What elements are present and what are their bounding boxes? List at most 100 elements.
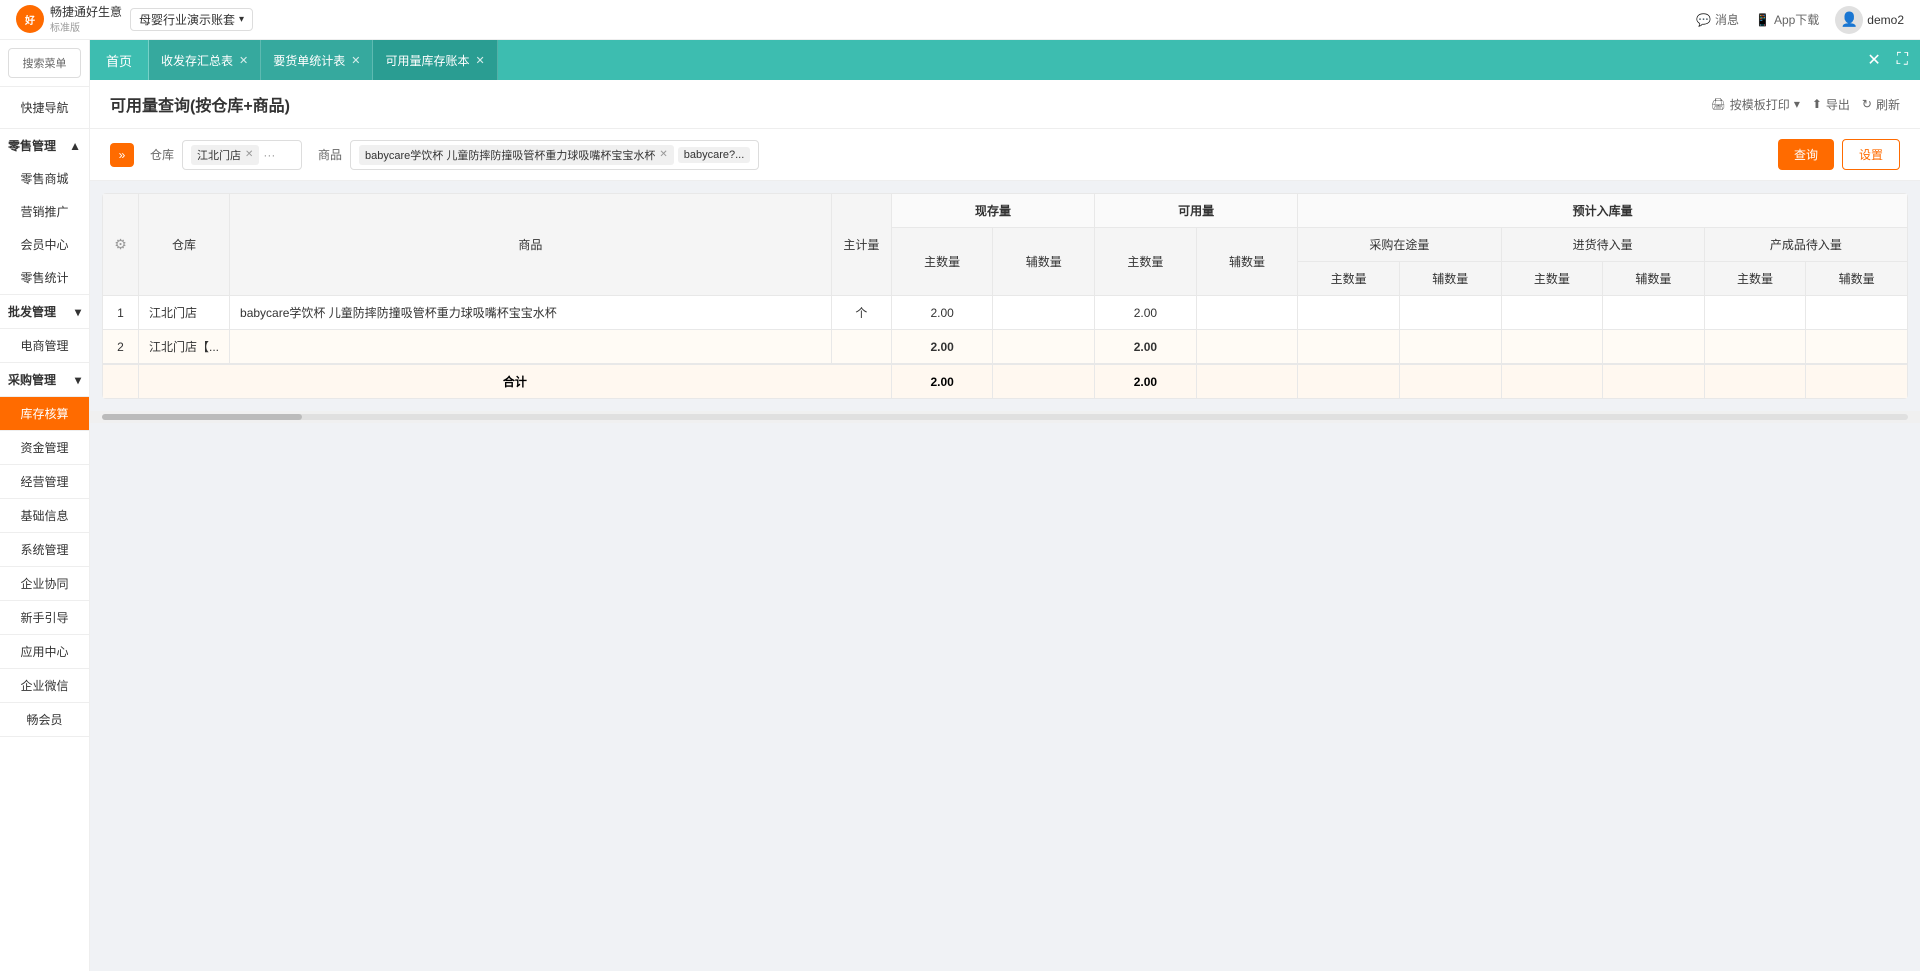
sidebar-item-basic[interactable]: 基础信息 — [0, 499, 89, 532]
user-area[interactable]: 👤 demo2 — [1835, 6, 1904, 34]
filter-expand-button[interactable]: » — [110, 143, 134, 167]
filter-actions: 查询 设置 — [1778, 139, 1900, 170]
warehouse-tag: 江北门店 ✕ — [191, 145, 259, 165]
search-menu-button[interactable]: 搜索菜单 — [8, 48, 81, 78]
sidebar-item-quicknav[interactable]: 快捷导航 — [0, 91, 89, 124]
arrow-right-icon: » — [119, 148, 126, 162]
template-selector[interactable]: 母婴行业演示账套 ▾ — [130, 8, 253, 31]
warehouse-label: 仓库 — [150, 146, 174, 163]
sidebar-section-header-retail[interactable]: 零售管理 ▲ — [0, 129, 89, 162]
footer-available-main: 2.00 — [1095, 364, 1197, 399]
page-title: 可用量查询(按仓库+商品) — [110, 92, 290, 116]
footer-current-aux — [993, 364, 1095, 399]
sidebar-section-inventory: 库存核算 — [0, 397, 89, 431]
sidebar-section-newguide: 新手引导 — [0, 601, 89, 635]
sidebar-item-operation[interactable]: 经营管理 — [0, 465, 89, 498]
sidebar-section-purchase: 采购管理 ▾ — [0, 363, 89, 397]
row2-seq: 2 — [103, 330, 139, 365]
messages-button[interactable]: 💬 消息 — [1696, 11, 1739, 28]
bottom-scrollbar[interactable] — [90, 411, 1920, 423]
goods-waiting-aux-header: 辅数量 — [1603, 262, 1705, 296]
top-bar: 好 畅捷通好生意 标准版 母婴行业演示账套 ▾ 💬 消息 📱 App下载 👤 d… — [0, 0, 1920, 40]
row1-unit: 个 — [831, 296, 891, 330]
refresh-icon: ↻ — [1862, 97, 1872, 111]
top-bar-left: 好 畅捷通好生意 标准版 母婴行业演示账套 ▾ — [16, 5, 253, 34]
product-tag-1-close[interactable]: ✕ — [659, 149, 667, 160]
sidebar: 搜索菜单 快捷导航 零售管理 ▲ 零售商城 营销推广 会员中心 零售统计 批发管… — [0, 40, 90, 971]
sidebar-item-wecom[interactable]: 企业微信 — [0, 669, 89, 702]
tab-available-inventory[interactable]: 可用量库存账本 ✕ — [373, 40, 497, 80]
sidebar-section-header-wholesale[interactable]: 批发管理 ▾ — [0, 295, 89, 328]
scrollbar-thumb[interactable] — [102, 414, 302, 420]
sidebar-section-retail: 零售管理 ▲ 零售商城 营销推广 会员中心 零售统计 — [0, 129, 89, 295]
table-row: 2 江北门店【... 2.00 2.00 — [103, 330, 1908, 365]
warehouse-input[interactable]: 江北门店 ✕ ··· — [182, 140, 302, 170]
available-aux-header: 辅数量 — [1196, 228, 1298, 296]
sidebar-search-area: 搜索菜单 — [0, 40, 89, 87]
sidebar-item-appcenter[interactable]: 应用中心 — [0, 635, 89, 668]
tab-close-receipt[interactable]: ✕ — [239, 54, 248, 67]
row1-finished-waiting-aux — [1806, 296, 1908, 330]
purchase-intransit-aux-header: 辅数量 — [1399, 262, 1501, 296]
refresh-button[interactable]: ↻ 刷新 — [1862, 96, 1900, 113]
footer-empty1 — [103, 364, 139, 399]
tab-home[interactable]: 首页 — [90, 40, 149, 80]
inventory-table: ⚙ 仓库 商品 主计量 现存量 可用量 预计入库量 主数量 辅数量 — [102, 193, 1908, 399]
sidebar-section-finance: 资金管理 — [0, 431, 89, 465]
chevron-down-icon: ▾ — [1794, 97, 1800, 111]
sidebar-section-ecommerce: 电商管理 — [0, 329, 89, 363]
sidebar-item-ecommerce[interactable]: 电商管理 — [0, 329, 89, 362]
product-label: 商品 — [318, 146, 342, 163]
sidebar-section-wecom: 企业微信 — [0, 669, 89, 703]
planned-inbound-header: 预计入库量 — [1298, 194, 1908, 228]
tab-close-all-button[interactable]: ✕ — [1863, 46, 1884, 74]
sidebar-section-header-purchase[interactable]: 采购管理 ▾ — [0, 363, 89, 396]
print-button[interactable]: 🖨 按模板打印 ▾ — [1711, 96, 1800, 113]
tab-close-available[interactable]: ✕ — [476, 54, 485, 67]
product-input[interactable]: babycare学饮杯 儿童防摔防撞吸管杯重力球吸嘴杯宝宝水杯 ✕ babyca… — [350, 140, 759, 170]
tab-close-order[interactable]: ✕ — [351, 54, 360, 67]
product-tag-2: babycare?... — [678, 147, 751, 163]
app-download-button[interactable]: 📱 App下载 — [1755, 11, 1819, 28]
goods-waiting-main-header: 主数量 — [1501, 262, 1603, 296]
gear-icon[interactable]: ⚙ — [114, 236, 127, 252]
footer-current-main: 2.00 — [891, 364, 993, 399]
row1-purchase-intransit-main — [1298, 296, 1400, 330]
warehouse-tag-close[interactable]: ✕ — [245, 149, 253, 160]
row1-warehouse: 江北门店 — [139, 296, 230, 330]
warehouse-filter-group: 仓库 江北门店 ✕ ··· — [150, 140, 302, 170]
tab-order-stats[interactable]: 要货单统计表 ✕ — [261, 40, 373, 80]
row1-product: babycare学饮杯 儿童防摔防撞吸管杯重力球吸嘴杯宝宝水杯 — [230, 296, 832, 330]
table-footer-row: 合计 2.00 2.00 — [103, 364, 1908, 399]
gear-column-header: ⚙ — [103, 194, 139, 296]
row2-purchase-intransit-main — [1298, 330, 1400, 365]
sidebar-item-retail-shop[interactable]: 零售商城 — [0, 162, 89, 195]
sidebar-item-newguide[interactable]: 新手引导 — [0, 601, 89, 634]
available-stock-header: 可用量 — [1095, 194, 1298, 228]
sidebar-item-retail-stats[interactable]: 零售统计 — [0, 261, 89, 294]
export-button[interactable]: ⬆ 导出 — [1812, 96, 1850, 113]
settings-button[interactable]: 设置 — [1842, 139, 1900, 170]
sidebar-item-member[interactable]: 畅会员 — [0, 703, 89, 736]
scrollbar-track[interactable] — [102, 414, 1908, 420]
filter-more-icon[interactable]: ··· — [263, 148, 275, 162]
product-filter-group: 商品 babycare学饮杯 儿童防摔防撞吸管杯重力球吸嘴杯宝宝水杯 ✕ bab… — [318, 140, 759, 170]
tab-receipt-summary[interactable]: 收发存汇总表 ✕ — [149, 40, 261, 80]
footer-finished-waiting-aux — [1806, 364, 1908, 399]
table-row: 1 江北门店 babycare学饮杯 儿童防摔防撞吸管杯重力球吸嘴杯宝宝水杯 个… — [103, 296, 1908, 330]
sidebar-item-finance[interactable]: 资金管理 — [0, 431, 89, 464]
row2-finished-waiting-main — [1704, 330, 1806, 365]
sidebar-item-inventory[interactable]: 库存核算 — [0, 397, 89, 430]
sidebar-item-marketing[interactable]: 营销推广 — [0, 195, 89, 228]
query-button[interactable]: 查询 — [1778, 139, 1834, 170]
sidebar-section-operation: 经营管理 — [0, 465, 89, 499]
row2-available-main: 2.00 — [1095, 330, 1197, 365]
row2-current-main: 2.00 — [891, 330, 993, 365]
sidebar-item-system[interactable]: 系统管理 — [0, 533, 89, 566]
chevron-down-icon: ▾ — [239, 14, 244, 25]
sidebar-item-enterprise[interactable]: 企业协同 — [0, 567, 89, 600]
row1-goods-waiting-aux — [1603, 296, 1705, 330]
sidebar-item-member-center[interactable]: 会员中心 — [0, 228, 89, 261]
tab-fullscreen-button[interactable]: ⛶ — [1893, 47, 1912, 73]
goods-waiting-header: 进货待入量 — [1501, 228, 1704, 262]
